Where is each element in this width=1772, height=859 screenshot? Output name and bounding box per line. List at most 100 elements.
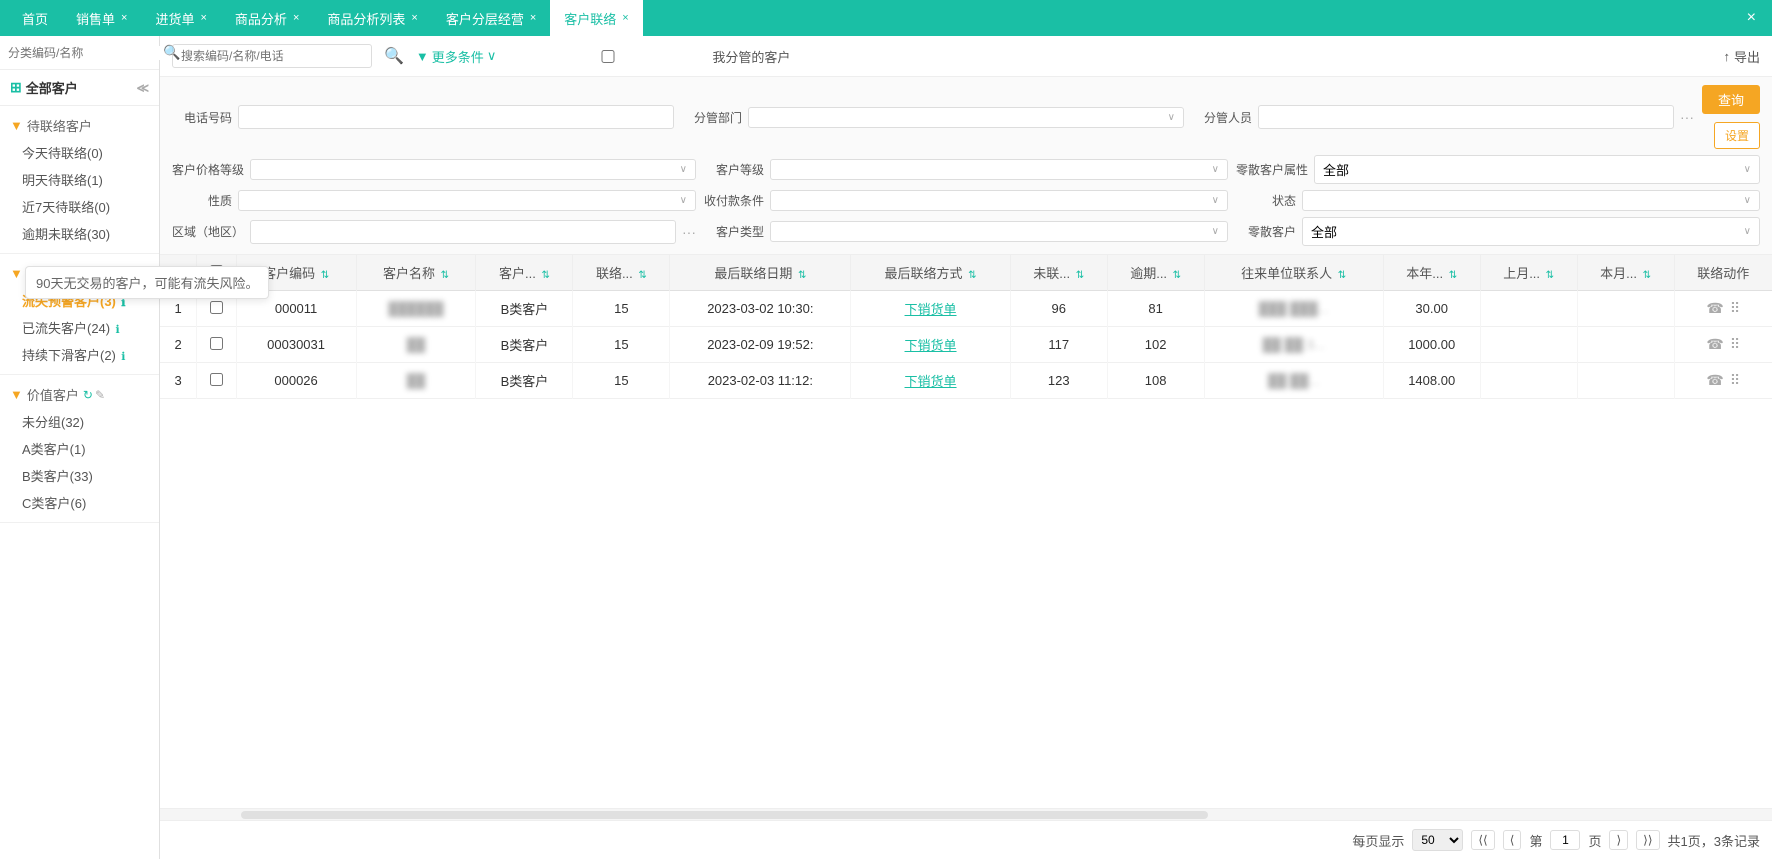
sort-last-month-icon[interactable]: ⇅ (1546, 270, 1554, 281)
nav-home[interactable]: 首页 (8, 0, 62, 36)
close-customer-contact-tab[interactable]: × (622, 12, 628, 24)
customer-level-select[interactable]: ∨ (770, 159, 1228, 180)
horizontal-scrollbar[interactable] (160, 808, 1772, 820)
filter-manager: 分管人员 ··· (1192, 105, 1694, 129)
sort-unlink-icon[interactable]: ⇅ (1076, 270, 1084, 281)
dept-select[interactable]: ∨ (748, 107, 1184, 128)
sidebar-item-ungrouped[interactable]: 未分组(32) (0, 408, 159, 435)
close-all-button[interactable]: × (1739, 9, 1764, 27)
row2-contact-person: ██ ██ 3... (1204, 327, 1383, 363)
row2-contact-icon[interactable]: ☎ (1706, 336, 1723, 353)
sort-overdue-icon[interactable]: ⇅ (1173, 270, 1181, 281)
my-customers-checkbox-label[interactable]: 我分管的客户 (508, 47, 790, 66)
prev-page-button[interactable]: ⟨ (1503, 830, 1522, 850)
row2-unlink-days: 117 (1010, 327, 1107, 363)
sidebar-item-class-b[interactable]: B类客户(33) (0, 462, 159, 489)
refresh-icon[interactable]: ↻ (83, 388, 93, 402)
close-product-list-tab[interactable]: × (411, 12, 417, 24)
region-input[interactable] (250, 220, 676, 244)
settings-button[interactable]: 设置 (1714, 122, 1760, 149)
close-product-analysis-tab[interactable]: × (293, 12, 299, 24)
sort-method-icon[interactable]: ⇅ (968, 270, 976, 281)
filter-row-1: 电话号码 分管部门 ∨ 分管人员 ··· 查询 设置 (172, 85, 1760, 149)
row3-select-checkbox[interactable] (210, 373, 223, 386)
search-button[interactable]: 🔍 (384, 46, 404, 66)
manager-dots[interactable]: ··· (1680, 109, 1694, 125)
row3-more-icon[interactable]: ⠿ (1730, 372, 1740, 389)
per-page-select[interactable]: 50 100 200 (1412, 829, 1463, 851)
sidebar-group-value-title[interactable]: ▼ 价值客户 ↻ ✎ (0, 381, 159, 408)
region-dots[interactable]: ··· (682, 224, 696, 240)
sidebar-item-class-c[interactable]: C类客户(6) (0, 489, 159, 516)
row2-more-icon[interactable]: ⠿ (1730, 336, 1740, 353)
row3-code: 000026 (236, 363, 356, 399)
sort-date-icon[interactable]: ⇅ (798, 270, 806, 281)
row1-more-icon[interactable]: ⠿ (1730, 300, 1740, 317)
last-page-button[interactable]: ⟩⟩ (1636, 830, 1659, 850)
sidebar-item-7days[interactable]: 近7天待联络(0) (0, 193, 159, 220)
filter-customer-type: 客户类型 ∨ (704, 221, 1228, 242)
row1-select-checkbox[interactable] (210, 301, 223, 314)
row1-this-year: 30.00 (1383, 291, 1480, 327)
manager-input[interactable] (1258, 105, 1674, 129)
nav-purchase[interactable]: 进货单 × (141, 0, 220, 36)
first-page-button[interactable]: ⟨⟨ (1471, 830, 1494, 850)
sidebar-item-declining[interactable]: 持续下滑客户(2) ℹ (0, 341, 159, 368)
query-button[interactable]: 查询 (1702, 85, 1760, 114)
phone-input[interactable] (238, 105, 674, 129)
nav-product-analysis[interactable]: 商品分析 × (221, 0, 313, 36)
row2-type: B类客户 (476, 327, 573, 363)
sidebar-all-customers-header: ⊞ 全部客户 ≪ (0, 70, 159, 106)
status-select[interactable]: ∨ (1302, 190, 1760, 211)
sort-type-icon[interactable]: ⇅ (541, 270, 549, 281)
sort-this-year-icon[interactable]: ⇅ (1449, 270, 1457, 281)
row2-select-checkbox[interactable] (210, 337, 223, 350)
sidebar-search-input[interactable] (8, 46, 163, 60)
page-input[interactable] (1550, 830, 1580, 850)
nav-sales[interactable]: 销售单 × (62, 0, 141, 36)
close-sales-tab[interactable]: × (121, 12, 127, 24)
zero-attr-select[interactable]: 全部 ∨ (1314, 155, 1760, 184)
price-level-select[interactable]: ∨ (250, 159, 696, 180)
nav-customer-tier[interactable]: 客户分层经营 × (432, 0, 550, 36)
scrollbar-track[interactable] (241, 811, 1208, 819)
sidebar-item-overdue[interactable]: 逾期未联络(30) (0, 220, 159, 247)
sort-code-icon[interactable]: ⇅ (321, 270, 329, 281)
sidebar-item-class-a[interactable]: A类客户(1) (0, 435, 159, 462)
row1-contact-icon[interactable]: ☎ (1706, 300, 1723, 317)
my-customers-checkbox[interactable] (508, 50, 708, 63)
row2-last-contact-date: 2023-02-09 19:52: (670, 327, 851, 363)
export-button[interactable]: ↑ 导出 (1723, 47, 1760, 66)
sort-contact-person-icon[interactable]: ⇅ (1338, 270, 1346, 281)
sort-this-month-icon[interactable]: ⇅ (1643, 270, 1651, 281)
sidebar-item-today[interactable]: 今天待联络(0) (0, 139, 159, 166)
more-conditions-button[interactable]: ▼ 更多条件 ∨ (416, 47, 496, 66)
zero-order-select[interactable]: 全部 ∨ (1302, 217, 1760, 246)
row3-contact-icon[interactable]: ☎ (1706, 372, 1723, 389)
payment-select[interactable]: ∨ (770, 190, 1228, 211)
row3-last-contact-method[interactable]: 下销货单 (851, 363, 1010, 399)
nav-customer-contact[interactable]: 客户联络 × (550, 0, 642, 36)
next-page-button[interactable]: ⟩ (1609, 830, 1628, 850)
sidebar-group-pending-title[interactable]: ▼ 待联络客户 (0, 112, 159, 139)
close-purchase-tab[interactable]: × (200, 12, 206, 24)
th-name: 客户名称 ⇅ (356, 255, 476, 291)
nav-product-analysis-list[interactable]: 商品分析列表 × (313, 0, 431, 36)
search-input[interactable] (172, 44, 372, 68)
row3-overdue: 108 (1107, 363, 1204, 399)
table-header: ⚙ 客户编码 ⇅ 客户名称 ⇅ (160, 255, 1772, 291)
row3-actions: ☎ ⠿ (1674, 363, 1772, 399)
edit-icon[interactable]: ✎ (95, 388, 105, 402)
sidebar-item-churned[interactable]: 已流失客户(24) ℹ (0, 314, 159, 341)
collapse-sidebar-icon[interactable]: ≪ (136, 81, 149, 95)
sort-name-icon[interactable]: ⇅ (441, 270, 449, 281)
customer-type-select[interactable]: ∨ (770, 221, 1228, 242)
sort-contacts-icon[interactable]: ⇅ (638, 270, 646, 281)
close-customer-tier-tab[interactable]: × (530, 12, 536, 24)
row2-checkbox[interactable] (197, 327, 236, 363)
gender-select[interactable]: ∨ (238, 190, 696, 211)
sidebar-item-tomorrow[interactable]: 明天待联络(1) (0, 166, 159, 193)
row3-checkbox[interactable] (197, 363, 236, 399)
row1-last-contact-method[interactable]: 下销货单 (851, 291, 1010, 327)
row2-last-contact-method[interactable]: 下销货单 (851, 327, 1010, 363)
